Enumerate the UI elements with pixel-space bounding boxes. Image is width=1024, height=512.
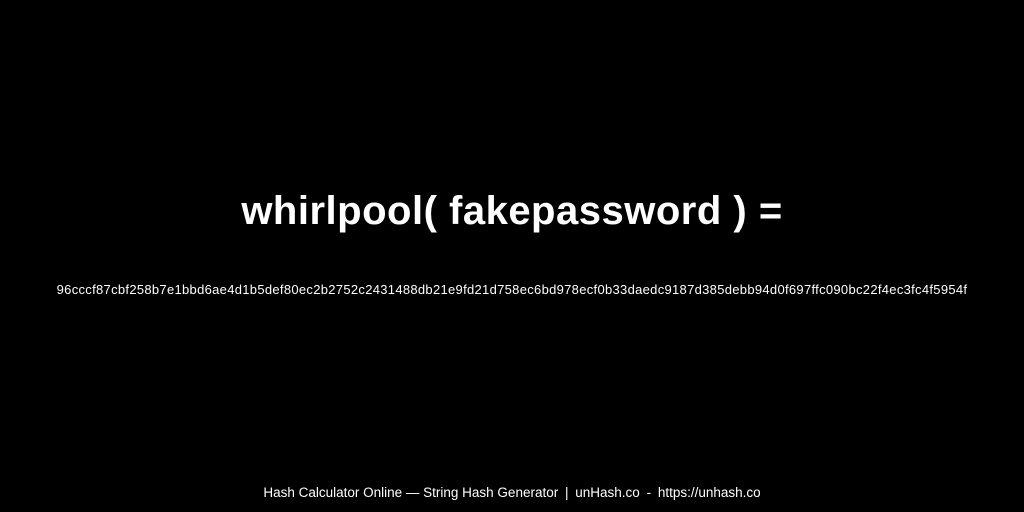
hash-expression-heading: whirlpool( fakepassword ) = (241, 189, 782, 234)
main-content: whirlpool( fakepassword ) = 96cccf87cbf2… (0, 0, 1024, 485)
footer-url: https://unhash.co (658, 485, 761, 500)
hash-output-value: 96cccf87cbf258b7e1bbd6ae4d1b5def80ec2b27… (57, 282, 968, 297)
footer-description: Hash Calculator Online — String Hash Gen… (263, 485, 558, 500)
footer-separator: | (565, 485, 569, 500)
footer: Hash Calculator Online — String Hash Gen… (0, 485, 1024, 512)
footer-separator: - (647, 485, 652, 500)
footer-site-name: unHash.co (575, 485, 640, 500)
